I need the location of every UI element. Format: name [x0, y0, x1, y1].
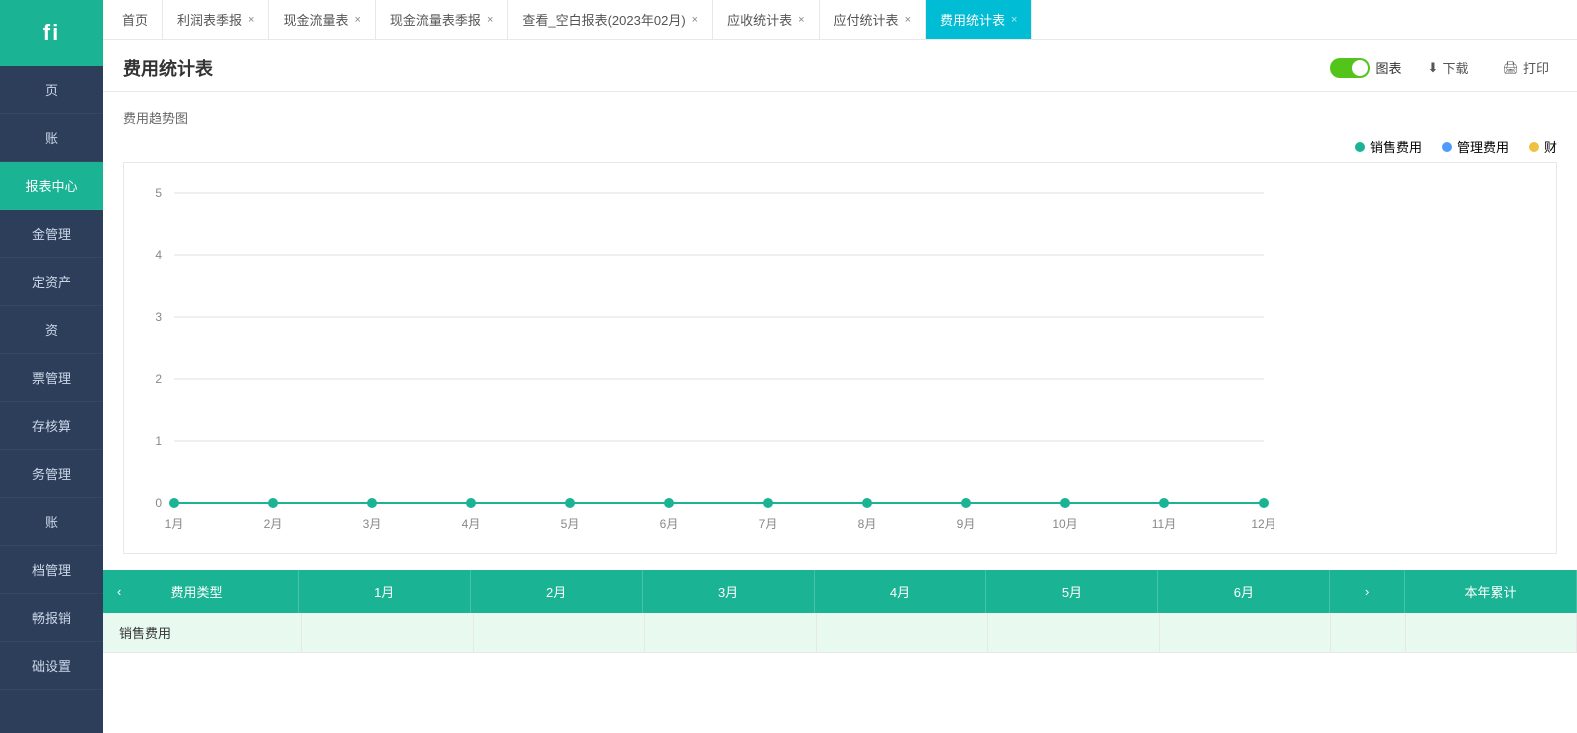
- download-button[interactable]: ⬇ 下载: [1420, 54, 1477, 81]
- main-content: 首页 利润表季报 × 现金流量表 × 现金流量表季报 × 查看_空白报表(202…: [103, 0, 1577, 733]
- trend-chart: 0 1 2 3 4 5 1月 2月 3月 4月 5月: [124, 163, 1274, 553]
- svg-text:2月: 2月: [264, 517, 283, 531]
- table-header-month4: 4月: [815, 570, 987, 613]
- tab-bar: 首页 利润表季报 × 现金流量表 × 现金流量表季报 × 查看_空白报表(202…: [103, 0, 1577, 40]
- sidebar-item-reports[interactable]: 报表中心: [0, 162, 103, 210]
- chart-toggle-wrap: 图表: [1330, 58, 1402, 78]
- sidebar-item-account[interactable]: 账: [0, 114, 103, 162]
- svg-text:10月: 10月: [1052, 517, 1077, 531]
- table-cell-m4: [817, 613, 988, 652]
- svg-text:12月: 12月: [1251, 517, 1274, 531]
- tab-close-payable[interactable]: ×: [905, 14, 911, 26]
- table-cell-m2: [474, 613, 645, 652]
- sidebar-item-ledger[interactable]: 账: [0, 498, 103, 546]
- svg-text:9月: 9月: [957, 517, 976, 531]
- svg-text:8月: 8月: [858, 517, 877, 531]
- tab-close-cashflow-quarterly[interactable]: ×: [487, 14, 493, 26]
- print-icon: 🖨: [1502, 60, 1519, 76]
- sidebar-item-service[interactable]: 务管理: [0, 450, 103, 498]
- svg-text:5月: 5月: [561, 517, 580, 531]
- download-icon: ⬇: [1428, 60, 1439, 76]
- svg-text:1月: 1月: [165, 517, 184, 531]
- page-actions: 图表 ⬇ 下载 🖨 打印: [1330, 54, 1557, 81]
- legend-finance: 财: [1529, 137, 1557, 156]
- tab-close-profit-quarterly[interactable]: ×: [248, 14, 254, 26]
- svg-text:6月: 6月: [660, 517, 679, 531]
- table-header-month3: 3月: [643, 570, 815, 613]
- nav-prev[interactable]: ‹: [117, 584, 121, 599]
- tab-close-blank-report[interactable]: ×: [692, 14, 698, 26]
- tab-blank-report[interactable]: 查看_空白报表(2023年02月) ×: [508, 0, 713, 40]
- tab-payable[interactable]: 应付统计表 ×: [820, 0, 926, 40]
- legend-label-management: 管理费用: [1457, 137, 1509, 156]
- svg-text:4月: 4月: [462, 517, 481, 531]
- table-cell-m6: [1160, 613, 1331, 652]
- chart-section: 费用趋势图 销售费用 管理费用 财: [103, 92, 1577, 570]
- table-header-month5: 5月: [986, 570, 1158, 613]
- chart-title: 费用趋势图: [123, 108, 1557, 127]
- chart-svg-wrapper: 0 1 2 3 4 5 1月 2月 3月 4月 5月: [123, 162, 1557, 554]
- legend-dot-finance: [1529, 142, 1539, 152]
- sidebar-item-home[interactable]: 页: [0, 66, 103, 114]
- page-area: 费用统计表 图表 ⬇ 下载 🖨 打印: [103, 40, 1577, 733]
- sidebar-item-cash[interactable]: 金管理: [0, 210, 103, 258]
- header-type-label: 费用类型: [171, 582, 223, 601]
- tab-home[interactable]: 首页: [108, 0, 163, 40]
- table-cell-m3: [645, 613, 816, 652]
- svg-text:3: 3: [155, 310, 162, 324]
- legend-dot-sales: [1355, 142, 1365, 152]
- table-cell-type: 销售费用: [103, 613, 302, 652]
- table-body: 销售费用: [103, 613, 1577, 653]
- tab-cashflow-quarterly[interactable]: 现金流量表季报 ×: [376, 0, 508, 40]
- svg-text:7月: 7月: [759, 517, 778, 531]
- table-header-ytd: 本年累计: [1405, 570, 1577, 613]
- svg-text:2: 2: [155, 372, 162, 386]
- tab-close-receivable[interactable]: ×: [798, 14, 804, 26]
- svg-text:5: 5: [155, 186, 162, 200]
- table-cell-ytd: [1406, 613, 1577, 652]
- svg-text:3月: 3月: [363, 517, 382, 531]
- sidebar-item-invoice[interactable]: 票管理: [0, 354, 103, 402]
- table-header-month1: 1月: [299, 570, 471, 613]
- table-cell-m1: [302, 613, 473, 652]
- sidebar-item-archive[interactable]: 档管理: [0, 546, 103, 594]
- table-header-month6: 6月: [1158, 570, 1330, 613]
- chart-toggle[interactable]: [1330, 58, 1370, 78]
- tab-receivable[interactable]: 应收统计表 ×: [713, 0, 819, 40]
- table-row: 销售费用: [103, 613, 1577, 653]
- tab-profit-quarterly[interactable]: 利润表季报 ×: [163, 0, 269, 40]
- table-header: ‹ 费用类型 1月 2月 3月 4月 5月 6月 › 本年累计: [103, 570, 1577, 613]
- tab-close-cashflow[interactable]: ×: [354, 14, 360, 26]
- table-header-type: ‹ 费用类型: [103, 570, 299, 613]
- legend-label-finance: 财: [1544, 137, 1557, 156]
- table-header-nav-next[interactable]: ›: [1330, 570, 1405, 613]
- sidebar-item-expense[interactable]: 畅报销: [0, 594, 103, 642]
- legend-management: 管理费用: [1442, 137, 1509, 156]
- svg-text:0: 0: [155, 496, 162, 510]
- sidebar-item-settings[interactable]: 础设置: [0, 642, 103, 690]
- chart-container: 费用趋势图 销售费用 管理费用 财: [123, 108, 1557, 554]
- page-header: 费用统计表 图表 ⬇ 下载 🖨 打印: [103, 40, 1577, 92]
- sidebar-item-inventory[interactable]: 存核算: [0, 402, 103, 450]
- tab-close-expense-stats[interactable]: ×: [1011, 14, 1017, 26]
- table-header-month2: 2月: [471, 570, 643, 613]
- legend-dot-management: [1442, 142, 1452, 152]
- svg-text:4: 4: [155, 248, 162, 262]
- page-title: 费用统计表: [123, 55, 213, 81]
- table-cell-nav-space: [1331, 613, 1406, 652]
- sidebar: fi 页 账 报表中心 金管理 定资产 资 票管理 存核算 务管理 账 档管理 …: [0, 0, 103, 733]
- legend-sales: 销售费用: [1355, 137, 1422, 156]
- tab-cashflow[interactable]: 现金流量表 ×: [269, 0, 375, 40]
- svg-text:11月: 11月: [1152, 517, 1176, 531]
- sidebar-logo: fi: [0, 0, 103, 66]
- tab-expense-stats[interactable]: 费用统计表 ×: [926, 0, 1032, 40]
- svg-text:1: 1: [155, 434, 162, 448]
- print-button[interactable]: 🖨 打印: [1494, 54, 1557, 81]
- sidebar-item-capital[interactable]: 资: [0, 306, 103, 354]
- chart-toggle-label: 图表: [1376, 58, 1402, 77]
- legend-label-sales: 销售费用: [1370, 137, 1422, 156]
- table-section: ‹ 费用类型 1月 2月 3月 4月 5月 6月 › 本年累计 销售: [103, 570, 1577, 733]
- table-cell-m5: [988, 613, 1159, 652]
- sidebar-item-assets[interactable]: 定资产: [0, 258, 103, 306]
